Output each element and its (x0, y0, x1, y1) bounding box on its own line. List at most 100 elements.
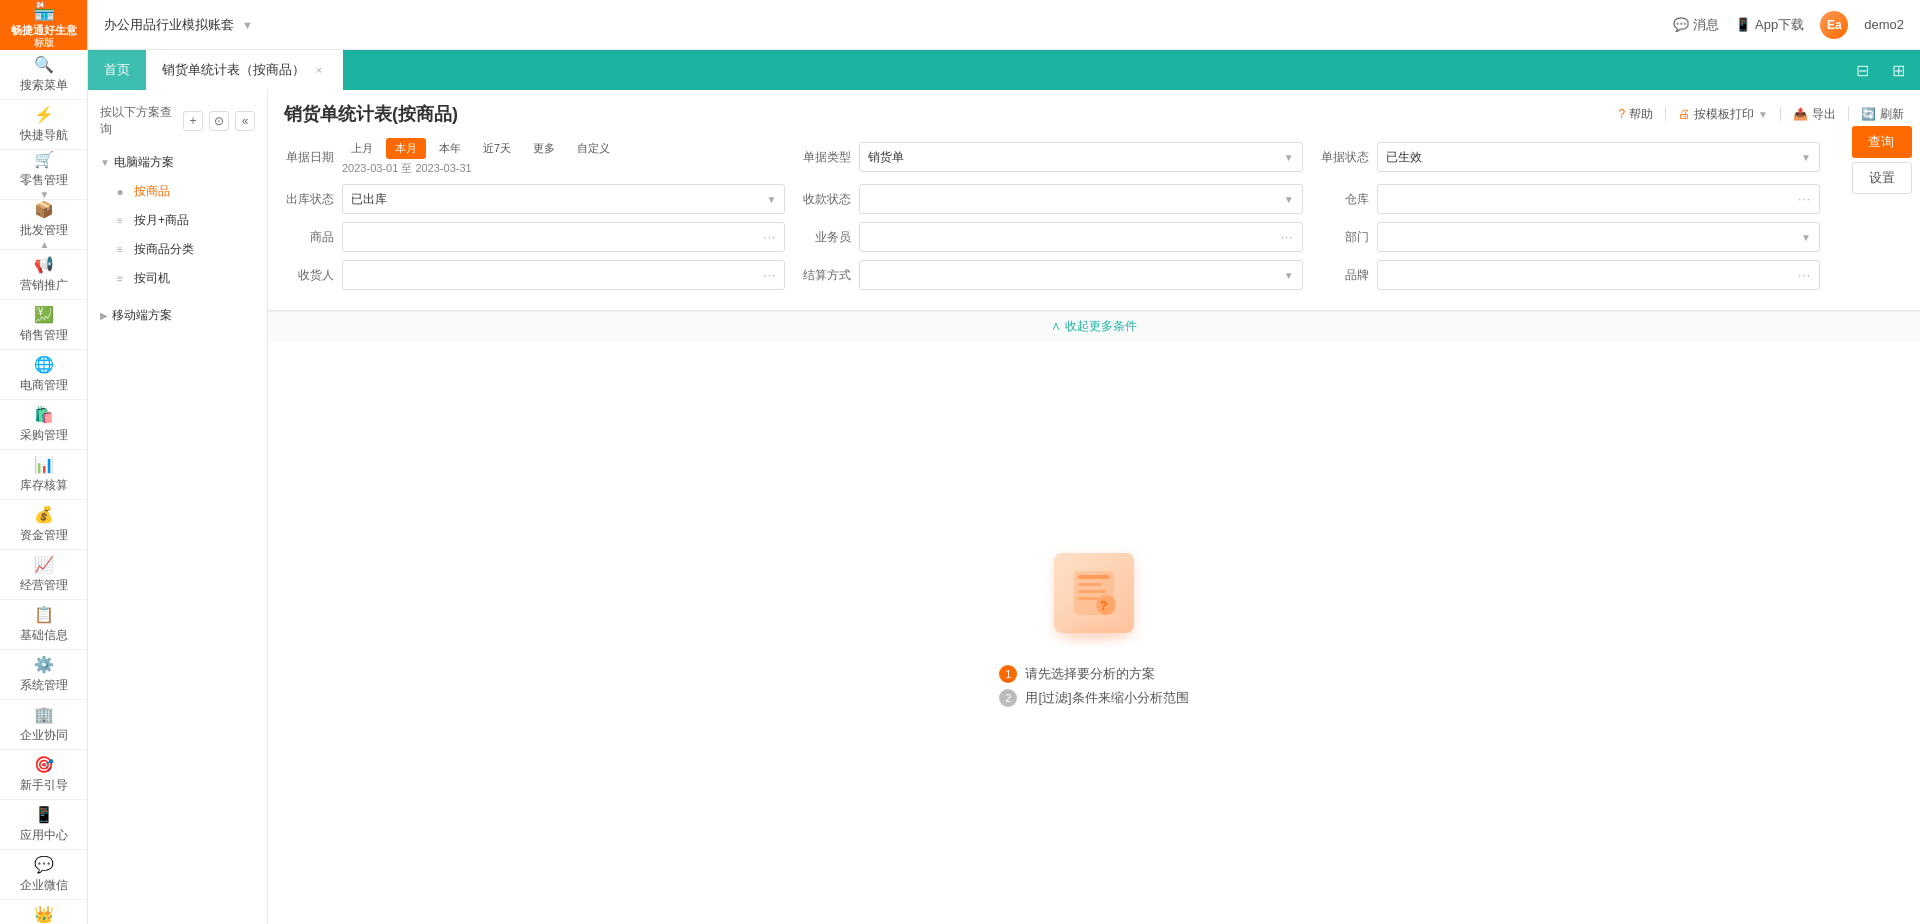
sidebar-item-retail[interactable]: 🛒 零售管理 ▼ (0, 150, 87, 200)
page-tools: ? 帮助 🖨 按模板打印 ▼ 📤 导出 (1618, 106, 1904, 123)
docstatus-value: 已生效 (1386, 149, 1422, 166)
empty-icon-box: ? (1054, 553, 1134, 633)
sidebar-item-wechat-label: 企业微信 (20, 877, 68, 894)
settings-scheme-icon: ⊙ (214, 114, 224, 128)
sidebar-item-enterprise-label: 企业协同 (20, 727, 68, 744)
sidebar-item-quicknav-label: 快捷导航 (20, 127, 68, 144)
sidebar-item-finance[interactable]: 💰 资金管理 (0, 500, 87, 550)
message-icon: 💬 (1673, 17, 1689, 32)
date-tab-custom[interactable]: 自定义 (568, 138, 619, 159)
sidebar-item-wechat[interactable]: 💬 企业微信 (0, 850, 87, 900)
sidebar-item-purchase[interactable]: 🛍️ 采购管理 (0, 400, 87, 450)
outstatus-input[interactable]: 已出库 ▼ (342, 184, 785, 214)
print-dropdown-icon: ▼ (1758, 109, 1768, 120)
date-tab-last-month[interactable]: 上月 (342, 138, 382, 159)
consignee-input[interactable]: ··· (342, 260, 785, 290)
sidebar-item-marketing[interactable]: 📢 营销推广 (0, 250, 87, 300)
outstatus-value: 已出库 (351, 191, 387, 208)
settings-button[interactable]: 设置 (1852, 162, 1912, 194)
receiptstatus-input[interactable]: ▼ (859, 184, 1302, 214)
tab-active[interactable]: 销货单统计表（按商品） × (146, 50, 343, 90)
sidebar-item-apps-label: 应用中心 (20, 827, 68, 844)
sidebar-item-enterprise[interactable]: 🏢 企业协同 (0, 700, 87, 750)
outstatus-chevron: ▼ (766, 194, 776, 205)
sidebar-item-operations[interactable]: 📈 经营管理 (0, 550, 87, 600)
filter-item-by-month-product[interactable]: ≡ 按月+商品 (88, 206, 267, 235)
messages-btn[interactable]: 💬 消息 (1673, 16, 1719, 34)
department-input[interactable]: ▼ (1377, 222, 1820, 252)
industry-dropdown-icon[interactable]: ▼ (242, 19, 253, 31)
by-product-icon: ● (112, 185, 128, 199)
tool-divider-1 (1665, 107, 1666, 121)
user-avatar[interactable]: Ea (1820, 11, 1848, 39)
filter-item-by-product[interactable]: ● 按商品 (88, 177, 267, 206)
tab-close-icon[interactable]: × (311, 62, 327, 78)
date-range-text: 2023-03-01 至 2023-03-31 (342, 161, 785, 176)
empty-hint-2: 2 用[过滤]条件来缩小分析范围 (999, 689, 1188, 707)
search-icon: 🔍 (34, 55, 54, 74)
sidebar-item-inventory[interactable]: 📊 库存核算 (0, 450, 87, 500)
consignee-dots: ··· (763, 268, 776, 282)
sidebar-item-sales[interactable]: 💹 销售管理 (0, 300, 87, 350)
filter-item-by-driver[interactable]: ≡ 按司机 (88, 264, 267, 293)
help-btn[interactable]: ? 帮助 (1618, 106, 1653, 123)
query-button[interactable]: 查询 (1852, 126, 1912, 158)
collapse-bar[interactable]: ∧ 收起更多条件 (268, 311, 1920, 341)
export-btn[interactable]: 📤 导出 (1793, 106, 1836, 123)
filter-outstatus-field: 出库状态 已出库 ▼ (284, 184, 785, 214)
desktop-group-header[interactable]: ▼ 电脑端方案 (88, 148, 267, 177)
sidebar-item-wholesale[interactable]: 📦 批发管理 ▲ (0, 200, 87, 250)
tab-maximize-btn[interactable]: ⊞ (1884, 56, 1912, 84)
top-header-left: 办公用品行业模拟账套 ▼ (104, 16, 253, 34)
svg-rect-4 (1078, 597, 1098, 600)
filter-row-3: 商品 ··· 业务员 ··· 部门 (284, 222, 1820, 252)
product-input[interactable]: ··· (342, 222, 785, 252)
date-tab-this-year[interactable]: 本年 (430, 138, 470, 159)
by-product-label: 按商品 (134, 183, 170, 200)
print-label: 按模板打印 (1694, 106, 1754, 123)
app-download-btn[interactable]: 📱 App下载 (1735, 16, 1804, 34)
brand-dots: ··· (1798, 268, 1811, 282)
basicinfo-icon: 📋 (34, 605, 54, 624)
filter-row-2: 出库状态 已出库 ▼ 收款状态 ▼ 仓库 (284, 184, 1820, 214)
collapse-panel-btn[interactable]: « (235, 111, 255, 131)
print-icon: 🖨 (1678, 107, 1690, 121)
sidebar-item-search[interactable]: 🔍 搜索菜单 (0, 50, 87, 100)
sidebar-item-apps[interactable]: 📱 应用中心 (0, 800, 87, 850)
sidebar-item-quicknav[interactable]: ⚡ 快捷导航 (0, 100, 87, 150)
brand-input[interactable]: ··· (1377, 260, 1820, 290)
settings-scheme-btn[interactable]: ⊙ (209, 111, 229, 131)
doctype-input[interactable]: 销货单 ▼ (859, 142, 1302, 172)
docstatus-input[interactable]: 已生效 ▼ (1377, 142, 1820, 172)
refresh-label: 刷新 (1880, 106, 1904, 123)
salesperson-input[interactable]: ··· (859, 222, 1302, 252)
hint-num-1: 1 (999, 665, 1017, 683)
settlement-input[interactable]: ▼ (859, 260, 1302, 290)
sidebar-item-ecom[interactable]: 🌐 电商管理 (0, 350, 87, 400)
enterprise-icon: 🏢 (34, 705, 54, 724)
date-tab-more[interactable]: 更多 (524, 138, 564, 159)
apps-icon: 📱 (34, 805, 54, 824)
sidebar-item-member[interactable]: 👑 畅会员 (0, 900, 87, 924)
sidebar-item-guide[interactable]: 🎯 新手引导 (0, 750, 87, 800)
add-scheme-btn[interactable]: + (183, 111, 203, 131)
tool-divider-2 (1780, 107, 1781, 121)
page-title: 销货单统计表(按商品) (284, 102, 458, 126)
print-btn[interactable]: 🖨 按模板打印 ▼ (1678, 106, 1768, 123)
warehouse-input[interactable]: ··· (1377, 184, 1820, 214)
filter-item-by-category[interactable]: ≡ 按商品分类 (88, 235, 267, 264)
retail-arrow: ▼ (40, 189, 50, 200)
sidebar-item-basicinfo[interactable]: 📋 基础信息 (0, 600, 87, 650)
refresh-btn[interactable]: 🔄 刷新 (1861, 106, 1904, 123)
industry-label: 办公用品行业模拟账套 (104, 16, 234, 34)
desktop-filter-group: ▼ 电脑端方案 ● 按商品 ≡ 按月+商品 ≡ 按商品分类 ≡ 按司机 (88, 144, 267, 297)
tab-home[interactable]: 首页 (88, 50, 146, 90)
date-tab-7days[interactable]: 近7天 (474, 138, 520, 159)
date-tab-this-month[interactable]: 本月 (386, 138, 426, 159)
mobile-group-header[interactable]: ▶ 移动端方案 (88, 301, 267, 330)
sidebar-item-retail-label: 零售管理 (20, 172, 68, 189)
tab-restore-btn[interactable]: ⊟ (1848, 56, 1876, 84)
sidebar-item-system[interactable]: ⚙️ 系统管理 (0, 650, 87, 700)
avatar-initial: Ea (1827, 18, 1842, 32)
docstatus-chevron: ▼ (1801, 152, 1811, 163)
